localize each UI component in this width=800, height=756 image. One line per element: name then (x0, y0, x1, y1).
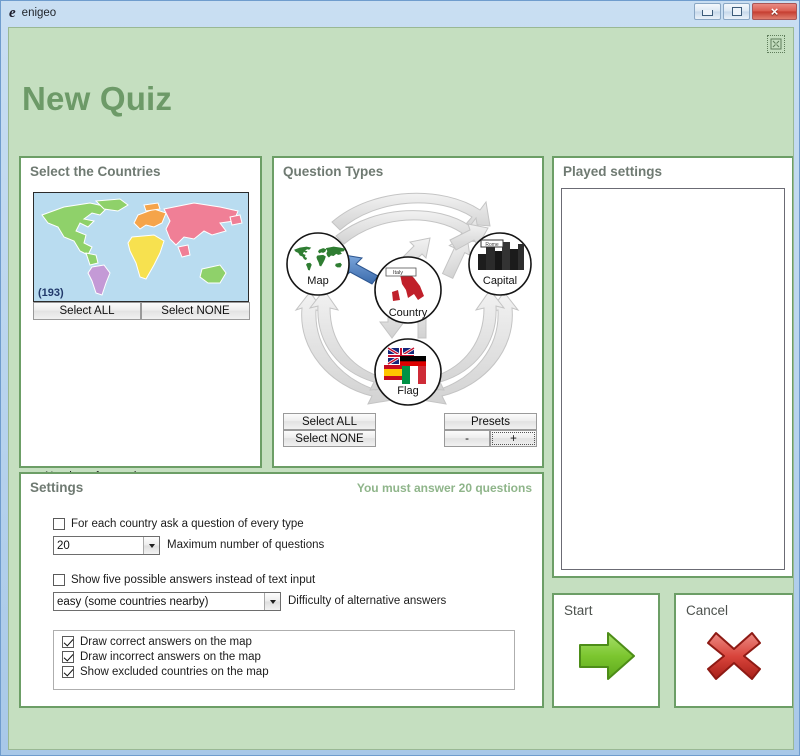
max-questions-select[interactable]: 20 (53, 536, 160, 555)
played-settings-title: Played settings (563, 164, 663, 179)
title-bar: e enigeo × (1, 1, 800, 25)
window-controls: × (694, 3, 797, 20)
max-questions-value: 20 (57, 539, 70, 552)
question-type-flag: Flag (374, 338, 442, 406)
title-bar-left: e enigeo (1, 4, 57, 21)
questions-requirement-note: You must answer 20 questions (356, 481, 532, 495)
question-type-capital: Rome Capital (468, 232, 532, 296)
five-answers-label: Show five possible answers instead of te… (71, 574, 316, 586)
played-settings-panel: Played settings (552, 156, 793, 578)
fullscreen-icon[interactable] (767, 35, 785, 53)
application-window: e enigeo × New Quiz Select the Countries… (0, 0, 800, 756)
settings-panel: Settings You must answer 20 questions Fo… (19, 472, 544, 708)
minimize-icon (702, 10, 713, 16)
svg-text:Capital: Capital (483, 275, 517, 287)
svg-text:Country: Country (389, 307, 428, 319)
close-icon: × (770, 4, 779, 19)
select-countries-panel: Select the Countries (193) Select ALL Se… (19, 156, 262, 581)
show-excluded-checkbox[interactable] (62, 666, 74, 678)
svg-text:Italy: Italy (393, 270, 403, 276)
world-map-preview[interactable]: (193) (33, 192, 249, 302)
chevron-down-icon (143, 537, 159, 554)
settings-title: Settings (30, 480, 84, 495)
select-all-question-types-button[interactable]: Select ALL (283, 413, 376, 430)
draw-correct-checkbox[interactable] (62, 636, 74, 648)
start-button[interactable]: Start (552, 593, 660, 708)
draw-incorrect-checkbox-row[interactable]: Draw incorrect answers on the map (62, 651, 261, 663)
question-type-map: Map (286, 232, 350, 296)
maximize-button[interactable] (723, 3, 750, 20)
draw-incorrect-label: Draw incorrect answers on the map (80, 651, 261, 663)
every-type-checkbox[interactable] (53, 518, 65, 530)
select-countries-title: Select the Countries (30, 164, 161, 179)
max-questions-label: Maximum number of questions (167, 539, 325, 551)
app-logo-icon: e (9, 4, 16, 21)
svg-text:Flag: Flag (397, 385, 418, 397)
difficulty-value: easy (some countries nearby) (57, 595, 209, 608)
client-area: New Quiz Select the Countries (193) Sele… (8, 27, 794, 750)
select-none-countries-button[interactable]: Select NONE (141, 302, 250, 320)
difficulty-select[interactable]: easy (some countries nearby) (53, 592, 281, 611)
page-title: New Quiz (22, 80, 173, 117)
cancel-label: Cancel (686, 603, 729, 618)
maximize-icon (731, 7, 742, 16)
question-types-panel: Question Types Map Rome Capital Italy Co… (272, 156, 544, 468)
presets-label: Presets (444, 413, 537, 430)
svg-text:Map: Map (307, 275, 328, 287)
red-cross-icon (676, 627, 792, 685)
svg-text:Rome: Rome (485, 242, 499, 248)
preset-add-button[interactable]: + (490, 430, 537, 447)
cancel-button[interactable]: Cancel (674, 593, 793, 708)
five-answers-checkbox[interactable] (53, 574, 65, 586)
every-type-label: For each country ask a question of every… (71, 518, 304, 530)
window-title: enigeo (21, 7, 57, 19)
start-label: Start (564, 603, 593, 618)
draw-correct-label: Draw correct answers on the map (80, 636, 252, 648)
preset-remove-button[interactable]: - (444, 430, 490, 447)
green-arrow-icon (554, 627, 658, 685)
draw-correct-checkbox-row[interactable]: Draw correct answers on the map (62, 636, 252, 648)
question-types-diagram: Map Rome Capital Italy Country Flag (286, 192, 532, 406)
every-type-checkbox-row[interactable]: For each country ask a question of every… (53, 518, 304, 530)
select-all-countries-button[interactable]: Select ALL (33, 302, 141, 320)
minimize-button[interactable] (694, 3, 721, 20)
five-answers-checkbox-row[interactable]: Show five possible answers instead of te… (53, 574, 315, 586)
show-excluded-checkbox-row[interactable]: Show excluded countries on the map (62, 666, 269, 678)
question-types-title: Question Types (283, 164, 384, 179)
chevron-down-icon (264, 593, 280, 610)
draw-incorrect-checkbox[interactable] (62, 651, 74, 663)
difficulty-label: Difficulty of alternative answers (288, 595, 447, 607)
country-count-label: (193) (38, 287, 64, 299)
close-button[interactable]: × (752, 3, 797, 20)
question-type-country: Italy Country (374, 256, 442, 324)
select-none-question-types-button[interactable]: Select NONE (283, 430, 376, 447)
played-settings-list[interactable] (561, 188, 785, 570)
show-excluded-label: Show excluded countries on the map (80, 666, 269, 678)
